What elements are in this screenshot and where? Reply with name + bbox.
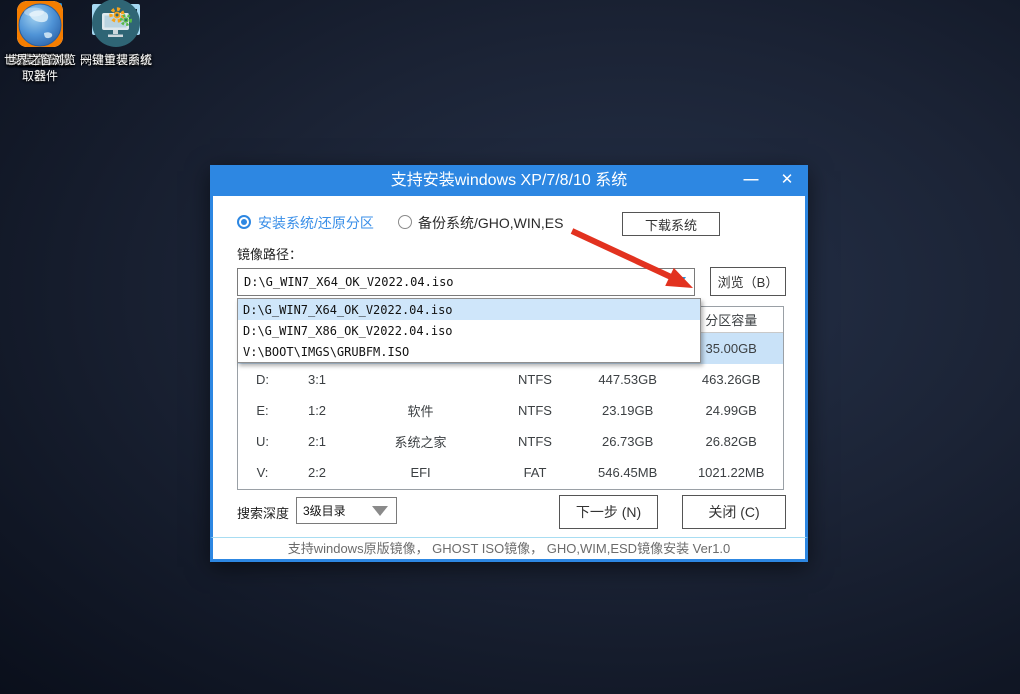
combobox-dropdown-arrow-icon[interactable] bbox=[672, 277, 686, 287]
installer-dialog: 支持安装windows XP/7/8/10 系统 — ✕ 安装系统/还原分区 备… bbox=[210, 165, 808, 561]
next-step-button[interactable]: 下一步 (N) bbox=[559, 495, 658, 529]
table-row[interactable]: U: 2:1 系统之家 NTFS 26.73GB 26.82GB bbox=[238, 426, 783, 457]
table-row[interactable]: D: 3:1 NTFS 447.53GB 463.26GB bbox=[238, 364, 783, 395]
radio-backup-system-label[interactable]: 备份系统/GHO,WIN,ES bbox=[418, 213, 563, 233]
table-row[interactable]: V: 2:2 EFI FAT 546.45MB 1021.22MB bbox=[238, 457, 783, 488]
desktop-icon-one-click-reinstall[interactable]: 一键重装系统 bbox=[76, 0, 156, 68]
download-system-button[interactable]: 下载系统 bbox=[622, 212, 720, 236]
search-depth-label: 搜索深度 bbox=[237, 503, 289, 522]
dialog-title: 支持安装windows XP/7/8/10 系统 bbox=[210, 165, 808, 196]
table-row[interactable]: E: 1:2 软件 NTFS 23.19GB 24.99GB bbox=[238, 395, 783, 426]
close-icon[interactable]: ✕ bbox=[770, 165, 804, 196]
radio-install-system[interactable] bbox=[237, 215, 251, 229]
desktop-icon-label: 世界之窗浏览器 bbox=[2, 52, 78, 84]
image-path-dropdown-list: D:\G_WIN7_X64_OK_V2022.04.iso D:\G_WIN7_… bbox=[237, 298, 701, 363]
dropdown-item[interactable]: D:\G_WIN7_X64_OK_V2022.04.iso bbox=[238, 299, 700, 320]
search-depth-value: 3级目录 bbox=[297, 502, 372, 519]
globe-browser-icon bbox=[17, 0, 63, 48]
close-button[interactable]: 关闭 (C) bbox=[682, 495, 786, 529]
radio-install-system-label[interactable]: 安装系统/还原分区 bbox=[258, 213, 374, 233]
search-depth-select[interactable]: 3级目录 bbox=[296, 497, 397, 524]
desktop-icon-label: 一键重装系统 bbox=[80, 52, 152, 68]
radio-backup-system[interactable] bbox=[398, 215, 412, 229]
dropdown-item[interactable]: V:\BOOT\IMGS\GRUBFM.ISO bbox=[238, 341, 700, 362]
minimize-button[interactable]: — bbox=[734, 165, 768, 196]
select-dropdown-arrow-icon bbox=[372, 506, 388, 516]
status-bar: 支持windows原版镜像， GHOST ISO镜像， GHO,WIM,ESD镜… bbox=[210, 537, 808, 562]
dropdown-item[interactable]: D:\G_WIN7_X86_OK_V2022.04.iso bbox=[238, 320, 700, 341]
dialog-titlebar[interactable]: 支持安装windows XP/7/8/10 系统 — ✕ bbox=[210, 165, 808, 196]
browse-button[interactable]: 浏览（B） bbox=[710, 267, 786, 296]
image-path-value: D:\G_WIN7_X64_OK_V2022.04.iso bbox=[238, 275, 672, 289]
image-path-combobox[interactable]: D:\G_WIN7_X64_OK_V2022.04.iso bbox=[237, 268, 695, 296]
desktop-icon-world-window-browser[interactable]: 世界之窗浏览器 bbox=[0, 0, 80, 84]
reinstall-system-icon bbox=[91, 0, 141, 48]
image-path-label: 镜像路径： bbox=[237, 244, 302, 263]
